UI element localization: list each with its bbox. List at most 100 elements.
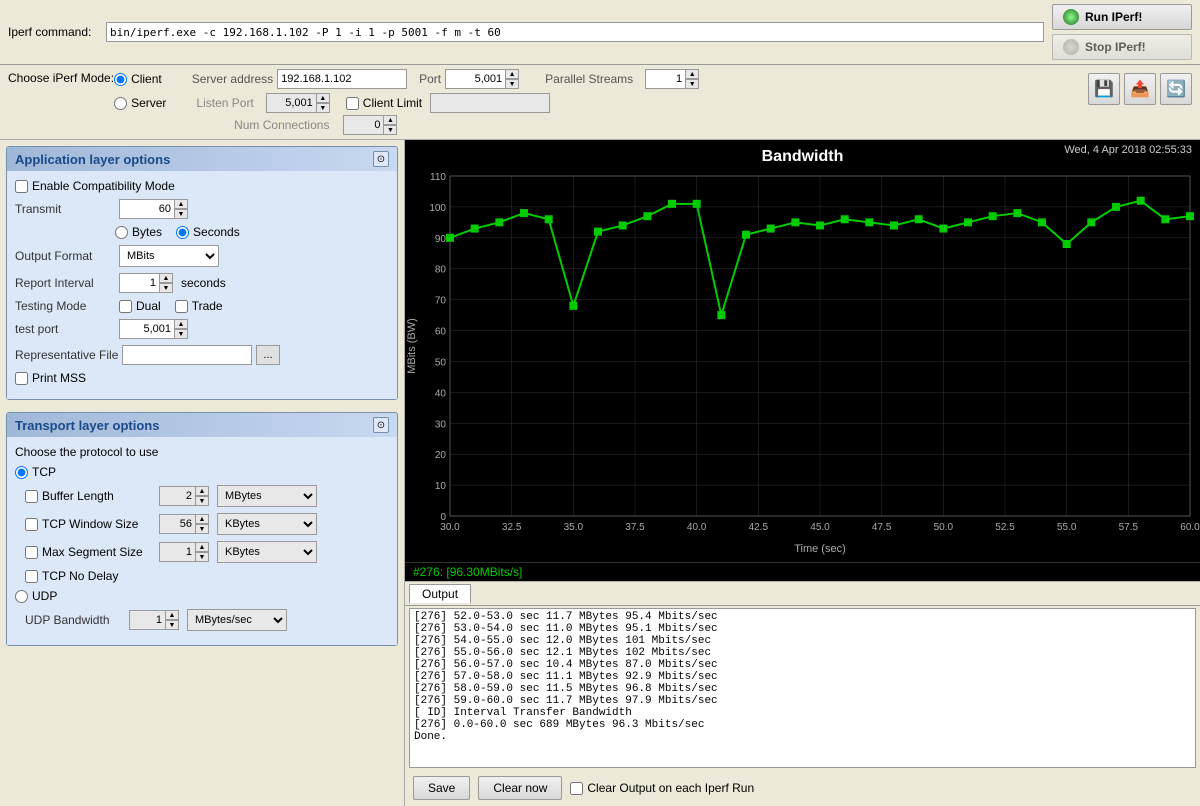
transport-layer-collapse[interactable]: ⊙ xyxy=(373,417,389,433)
representative-file-input[interactable] xyxy=(122,345,252,365)
tcp-window-down[interactable]: ▼ xyxy=(195,524,209,534)
buffer-length-up[interactable]: ▲ xyxy=(195,486,209,496)
stop-iperf-button[interactable]: Stop IPerf! xyxy=(1052,34,1192,60)
udp-bandwidth-label: UDP Bandwidth xyxy=(25,613,125,627)
file-browse-button[interactable]: ... xyxy=(256,345,279,365)
client-radio[interactable] xyxy=(114,73,127,86)
status-text: #276: [96.30MBits/s] xyxy=(413,565,522,579)
tcp-window-label[interactable]: TCP Window Size xyxy=(25,517,155,531)
tcp-window-checkbox[interactable] xyxy=(25,518,38,531)
parallel-down[interactable]: ▼ xyxy=(685,79,699,89)
run-iperf-button[interactable]: Run IPerf! xyxy=(1052,4,1192,30)
iperf-command-input[interactable] xyxy=(106,22,1044,42)
udp-bandwidth-input[interactable] xyxy=(129,610,165,630)
tcp-window-input[interactable] xyxy=(159,514,195,534)
max-segment-input[interactable] xyxy=(159,542,195,562)
testing-mode-label: Testing Mode xyxy=(15,299,115,313)
parallel-up[interactable]: ▲ xyxy=(685,69,699,79)
app-layer-collapse[interactable]: ⊙ xyxy=(373,151,389,167)
max-segment-unit[interactable]: KBytes MBytes xyxy=(217,541,317,563)
client-limit-label[interactable]: Client Limit xyxy=(346,96,422,110)
max-segment-up[interactable]: ▲ xyxy=(195,542,209,552)
tcp-window-up[interactable]: ▲ xyxy=(195,514,209,524)
client-limit-checkbox[interactable] xyxy=(346,97,359,110)
tcp-radio-label[interactable]: TCP xyxy=(15,465,56,479)
clear-each-run-checkbox[interactable] xyxy=(570,782,583,795)
udp-bandwidth-unit[interactable]: MBytes/sec KBytes/sec xyxy=(187,609,287,631)
output-format-select[interactable]: MBits KBits Bytes KBytes MBytes xyxy=(119,245,219,267)
listen-port-label: Listen Port xyxy=(196,96,253,110)
client-radio-label[interactable]: Client xyxy=(114,72,162,86)
parallel-streams-label: Parallel Streams xyxy=(545,72,633,86)
test-port-up[interactable]: ▲ xyxy=(174,319,188,329)
server-radio[interactable] xyxy=(114,97,127,110)
output-tab-bar: Output xyxy=(405,582,1200,606)
svg-text:80: 80 xyxy=(435,265,447,276)
listen-port-input[interactable] xyxy=(266,93,316,113)
svg-text:MBits (BW): MBits (BW) xyxy=(406,318,418,374)
test-port-down[interactable]: ▼ xyxy=(174,329,188,339)
refresh-icon-button[interactable]: 🔄 xyxy=(1160,73,1192,105)
svg-text:32.5: 32.5 xyxy=(502,522,522,533)
port-label: Port xyxy=(419,72,441,86)
transmit-input[interactable] xyxy=(119,199,174,219)
buffer-length-down[interactable]: ▼ xyxy=(195,496,209,506)
trade-checkbox[interactable] xyxy=(175,300,188,313)
udp-radio[interactable] xyxy=(15,590,28,603)
seconds-radio[interactable] xyxy=(176,226,189,239)
udp-bandwidth-down[interactable]: ▼ xyxy=(165,620,179,630)
print-mss-label[interactable]: Print MSS xyxy=(15,371,86,385)
listen-port-up[interactable]: ▲ xyxy=(316,93,330,103)
test-port-input[interactable] xyxy=(119,319,174,339)
listen-port-down[interactable]: ▼ xyxy=(316,103,330,113)
compat-mode-checkbox[interactable] xyxy=(15,180,28,193)
transmit-down[interactable]: ▼ xyxy=(174,209,188,219)
max-segment-down[interactable]: ▼ xyxy=(195,552,209,562)
compat-mode-label[interactable]: Enable Compatibility Mode xyxy=(15,179,175,193)
tcp-no-delay-label[interactable]: TCP No Delay xyxy=(25,569,118,583)
client-limit-input[interactable] xyxy=(430,93,550,113)
seconds-radio-label[interactable]: Seconds xyxy=(176,225,240,239)
num-conn-down[interactable]: ▼ xyxy=(383,125,397,135)
buffer-length-unit[interactable]: MBytes KBytes xyxy=(217,485,317,507)
print-mss-checkbox[interactable] xyxy=(15,372,28,385)
transmit-up[interactable]: ▲ xyxy=(174,199,188,209)
save-icon-button[interactable]: 💾 xyxy=(1088,73,1120,105)
report-interval-down[interactable]: ▼ xyxy=(159,283,173,293)
report-interval-up[interactable]: ▲ xyxy=(159,273,173,283)
clear-now-button[interactable]: Clear now xyxy=(478,776,562,800)
transport-layer-section: Transport layer options ⊙ Choose the pro… xyxy=(6,412,398,646)
bytes-radio-label[interactable]: Bytes xyxy=(115,225,162,239)
buffer-length-input[interactable] xyxy=(159,486,195,506)
num-conn-up[interactable]: ▲ xyxy=(383,115,397,125)
trade-label[interactable]: Trade xyxy=(175,299,223,313)
bandwidth-chart: 010203040506070809010011030.032.535.037.… xyxy=(405,166,1200,556)
report-interval-input[interactable] xyxy=(119,273,159,293)
dual-checkbox[interactable] xyxy=(119,300,132,313)
udp-bandwidth-up[interactable]: ▲ xyxy=(165,610,179,620)
port-input[interactable] xyxy=(445,69,505,89)
tcp-radio[interactable] xyxy=(15,466,28,479)
max-segment-checkbox[interactable] xyxy=(25,546,38,559)
svg-text:35.0: 35.0 xyxy=(564,522,584,533)
server-address-input[interactable] xyxy=(277,69,407,89)
buffer-length-checkbox[interactable] xyxy=(25,490,38,503)
clear-each-run-label[interactable]: Clear Output on each Iperf Run xyxy=(570,781,754,795)
dual-label[interactable]: Dual xyxy=(119,299,161,313)
port-down[interactable]: ▼ xyxy=(505,79,519,89)
num-connections-input[interactable] xyxy=(343,115,383,135)
buffer-length-label[interactable]: Buffer Length xyxy=(25,489,155,503)
parallel-streams-input[interactable] xyxy=(645,69,685,89)
output-tab-button[interactable]: Output xyxy=(409,584,471,603)
bytes-radio[interactable] xyxy=(115,226,128,239)
max-segment-label[interactable]: Max Segment Size xyxy=(25,545,155,559)
udp-radio-label[interactable]: UDP xyxy=(15,589,57,603)
upload-icon-button[interactable]: 📤 xyxy=(1124,73,1156,105)
tcp-window-unit[interactable]: KBytes MBytes xyxy=(217,513,317,535)
output-text-area[interactable]: [276] 52.0-53.0 sec 11.7 MBytes 95.4 Mbi… xyxy=(409,608,1196,768)
tcp-no-delay-checkbox[interactable] xyxy=(25,570,38,583)
server-radio-label[interactable]: Server xyxy=(114,96,166,110)
port-up[interactable]: ▲ xyxy=(505,69,519,79)
save-button[interactable]: Save xyxy=(413,776,470,800)
chart-timestamp: Wed, 4 Apr 2018 02:55:33 xyxy=(1064,144,1192,156)
